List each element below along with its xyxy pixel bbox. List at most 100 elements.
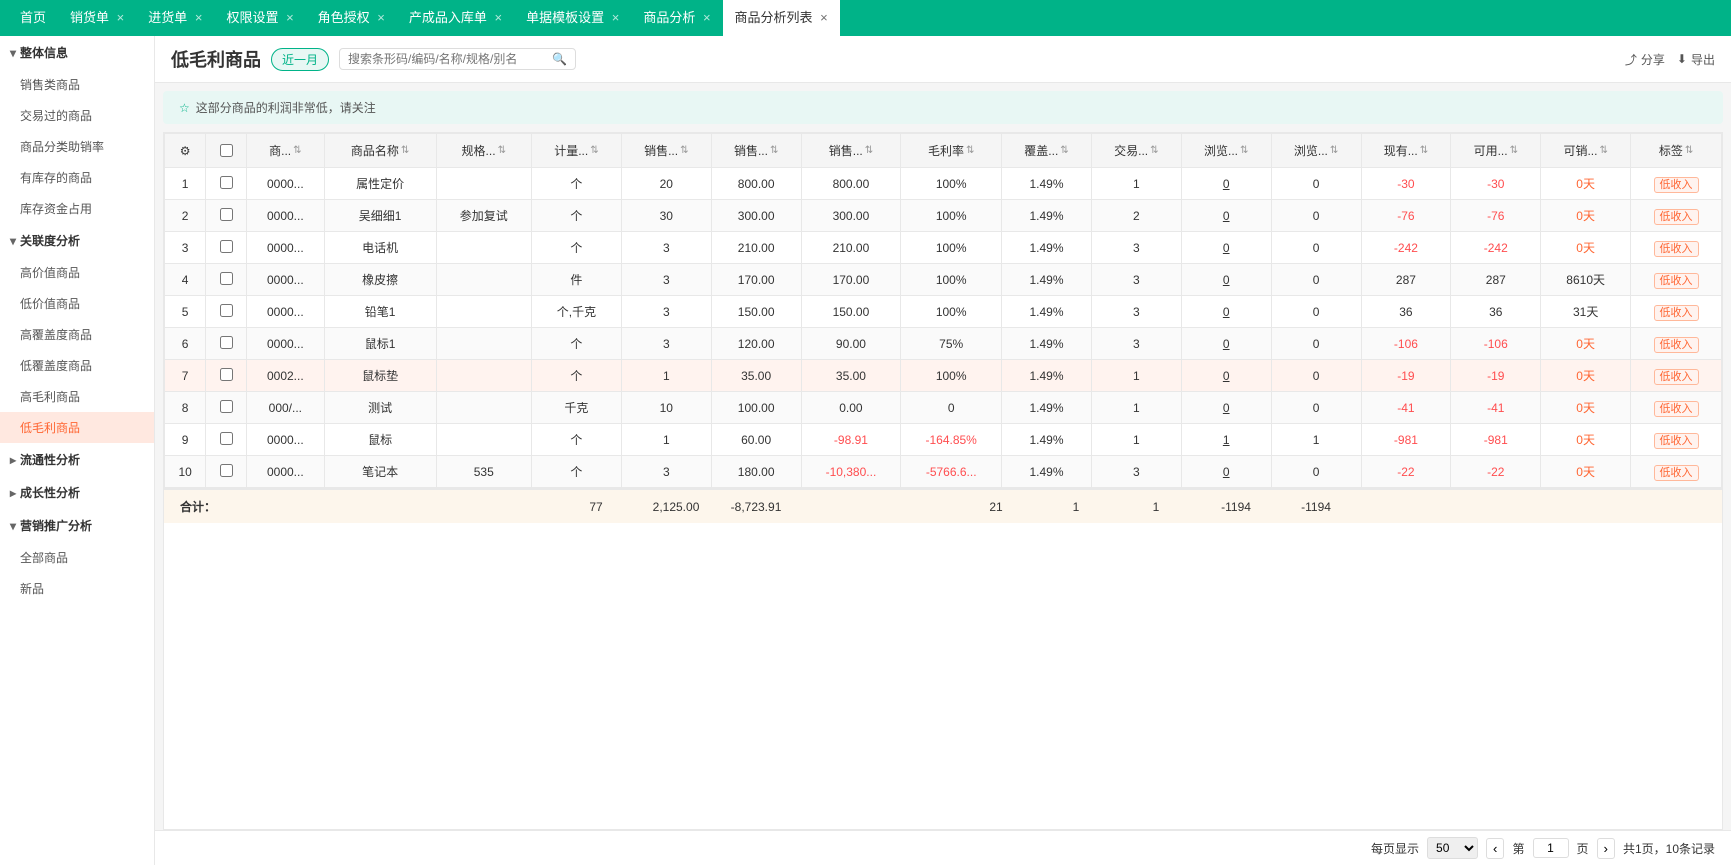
sidebar-item-high-coverage[interactable]: 高覆盖度商品 [0,319,154,350]
row-views1[interactable]: 0 [1181,232,1271,264]
row-views2: 0 [1271,168,1361,200]
col-name[interactable]: 商品名称 ⇅ [324,134,436,168]
row-checkbox[interactable] [206,360,247,392]
row-select-checkbox[interactable] [220,400,233,413]
row-views1[interactable]: 0 [1181,392,1271,424]
col-settings[interactable]: ⚙ [165,134,206,168]
col-coverage[interactable]: 覆盖... ⇅ [1002,134,1092,168]
close-icon[interactable]: × [377,10,385,25]
row-checkbox[interactable] [206,424,247,456]
select-all-checkbox[interactable] [220,144,233,157]
sidebar-item-new-goods[interactable]: 新品 [0,573,154,604]
next-page-button[interactable]: › [1597,838,1615,859]
sidebar-group-marketing[interactable]: ▾ 营销推广分析 [0,509,154,542]
row-select-checkbox[interactable] [220,368,233,381]
sidebar-item-has-stock[interactable]: 有库存的商品 [0,162,154,193]
nav-item-product[interactable]: 产成品入库单 × [397,0,514,36]
col-checkbox-all[interactable] [206,134,247,168]
row-stock-current: -19 [1361,360,1451,392]
row-index: 7 [165,360,206,392]
row-checkbox[interactable] [206,168,247,200]
row-name: 橡皮擦 [324,264,436,296]
page-size-select[interactable]: 50 100 200 [1427,837,1478,859]
col-gross-margin[interactable]: 毛利率 ⇅ [901,134,1002,168]
row-select-checkbox[interactable] [220,432,233,445]
col-stock-current[interactable]: 现有... ⇅ [1361,134,1451,168]
row-views1[interactable]: 0 [1181,296,1271,328]
search-input[interactable] [348,52,548,66]
col-tag[interactable]: 标签 ⇅ [1631,134,1722,168]
row-checkbox[interactable] [206,328,247,360]
row-views2: 0 [1271,392,1361,424]
col-views2[interactable]: 浏览... ⇅ [1271,134,1361,168]
row-select-checkbox[interactable] [220,208,233,221]
row-views1[interactable]: 0 [1181,200,1271,232]
table-row: 4 0000... 橡皮擦 件 3 170.00 170.00 100% 1.4… [165,264,1722,296]
sidebar-item-sales-goods[interactable]: 销售类商品 [0,69,154,100]
col-unit[interactable]: 计量... ⇅ [532,134,622,168]
row-views1[interactable]: 1 [1181,424,1271,456]
row-views1[interactable]: 0 [1181,360,1271,392]
share-button[interactable]: ⤴ 分享 [1625,51,1665,68]
sidebar-item-all-goods[interactable]: 全部商品 [0,542,154,573]
nav-item-home[interactable]: 首页 [8,0,58,36]
row-views1[interactable]: 0 [1181,168,1271,200]
col-spec[interactable]: 规格... ⇅ [436,134,532,168]
col-sellable-days[interactable]: 可销... ⇅ [1541,134,1631,168]
row-checkbox[interactable] [206,456,247,488]
sidebar-item-low-margin[interactable]: 低毛利商品 [0,412,154,443]
sidebar-item-high-value[interactable]: 高价值商品 [0,257,154,288]
row-views1[interactable]: 0 [1181,264,1271,296]
row-checkbox[interactable] [206,200,247,232]
sidebar-item-low-coverage[interactable]: 低覆盖度商品 [0,350,154,381]
close-icon[interactable]: × [195,10,203,25]
col-sales-qty[interactable]: 销售... ⇅ [621,134,711,168]
row-select-checkbox[interactable] [220,272,233,285]
row-select-checkbox[interactable] [220,336,233,349]
close-icon[interactable]: × [820,10,828,25]
close-icon[interactable]: × [495,10,503,25]
sidebar-group-overview[interactable]: ▾ 整体信息 [0,36,154,69]
row-views1[interactable]: 0 [1181,456,1271,488]
row-select-checkbox[interactable] [220,240,233,253]
row-select-checkbox[interactable] [220,304,233,317]
sidebar-group-circulation[interactable]: ▸ 流通性分析 [0,443,154,476]
nav-item-template[interactable]: 单据模板设置 × [514,0,631,36]
nav-item-analysis[interactable]: 商品分析 × [631,0,722,36]
col-sales-profit[interactable]: 销售... ⇅ [801,134,901,168]
row-checkbox[interactable] [206,296,247,328]
row-select-checkbox[interactable] [220,176,233,189]
sidebar-item-high-margin[interactable]: 高毛利商品 [0,381,154,412]
sidebar-group-growth[interactable]: ▸ 成长性分析 [0,476,154,509]
filter-recent-month-button[interactable]: 近一月 [271,48,329,71]
search-icon[interactable]: 🔍 [552,52,567,66]
sidebar-item-traded[interactable]: 交易过的商品 [0,100,154,131]
nav-item-role[interactable]: 角色授权 × [306,0,397,36]
col-views1[interactable]: 浏览... ⇅ [1181,134,1271,168]
col-code[interactable]: 商... ⇅ [246,134,324,168]
close-icon[interactable]: × [286,10,294,25]
sidebar-item-low-value[interactable]: 低价值商品 [0,288,154,319]
nav-item-sales[interactable]: 销货单 × [58,0,136,36]
col-sales-amount[interactable]: 销售... ⇅ [711,134,801,168]
export-button[interactable]: ⬇ 导出 [1677,51,1715,68]
close-icon[interactable]: × [612,10,620,25]
close-icon[interactable]: × [703,10,711,25]
sidebar-group-relevance[interactable]: ▾ 关联度分析 [0,224,154,257]
row-checkbox[interactable] [206,392,247,424]
close-icon[interactable]: × [117,10,125,25]
sidebar-item-capital[interactable]: 库存资金占用 [0,193,154,224]
row-checkbox[interactable] [206,232,247,264]
col-trade-count[interactable]: 交易... ⇅ [1091,134,1181,168]
nav-item-permission[interactable]: 权限设置 × [214,0,305,36]
current-page-input[interactable] [1533,838,1569,858]
prev-page-button[interactable]: ‹ [1486,838,1504,859]
row-views1[interactable]: 0 [1181,328,1271,360]
row-checkbox[interactable] [206,264,247,296]
nav-item-analysis-list[interactable]: 商品分析列表 × [723,0,840,36]
nav-item-purchase[interactable]: 进货单 × [136,0,214,36]
sidebar-item-category-rate[interactable]: 商品分类助销率 [0,131,154,162]
row-select-checkbox[interactable] [220,464,233,477]
table-row: 6 0000... 鼠标1 个 3 120.00 90.00 75% 1.49%… [165,328,1722,360]
col-stock-available[interactable]: 可用... ⇅ [1451,134,1541,168]
